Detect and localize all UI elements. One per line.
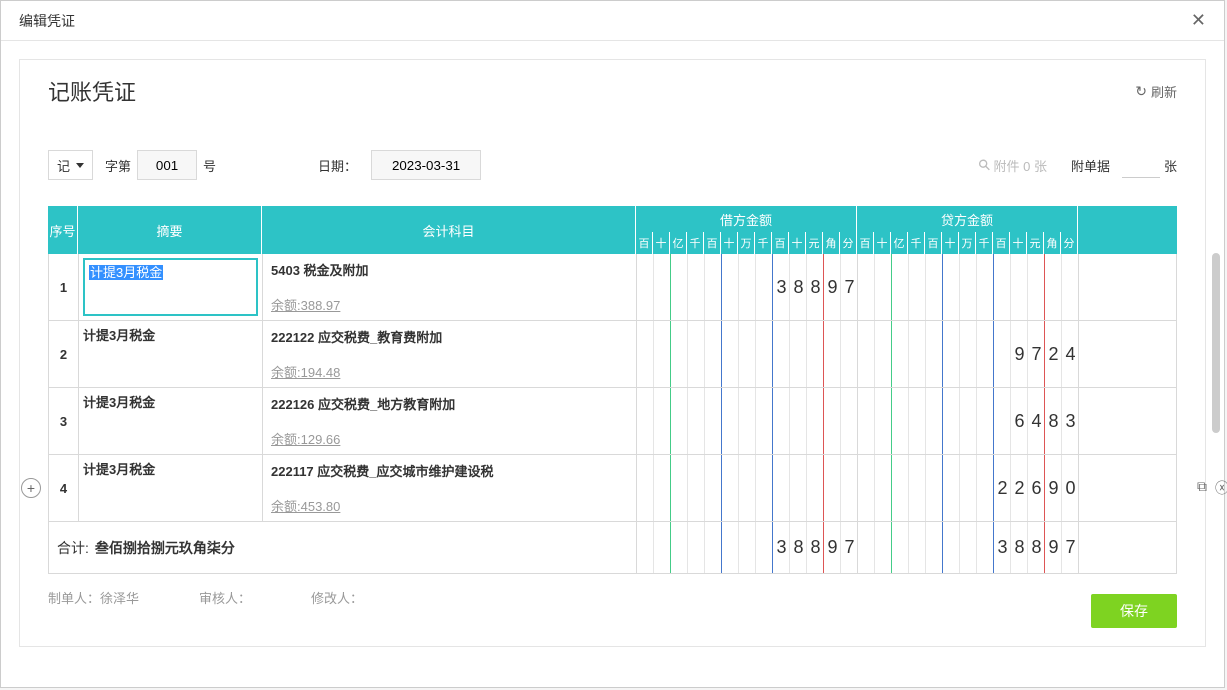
- summary-cell[interactable]: 计提3月税金: [79, 388, 263, 454]
- col-credit-header: 贷方金额: [857, 206, 1078, 232]
- voucher-table: 序号 摘要 会计科目 借方金额 百十亿千百十万千百十元角分 贷方金额 百十亿千百…: [48, 206, 1177, 574]
- debit-amount-cell[interactable]: [637, 388, 858, 454]
- table-row: 3计提3月税金222126 应交税费_地方教育附加余额:129.666483: [48, 388, 1177, 455]
- subject-cell[interactable]: 5403 税金及附加余额:388.97: [263, 254, 637, 320]
- total-debit-amount: 38897: [637, 522, 858, 573]
- scrollbar-thumb[interactable]: [1212, 253, 1220, 433]
- col-summary-header: 摘要: [78, 206, 262, 254]
- dialog-header: 编辑凭证 ✕: [1, 1, 1224, 41]
- subject-balance: 余额:453.80: [271, 496, 628, 515]
- total-row: 合计: 叁佰捌拾捌元玖角柒分 38897 38897: [48, 522, 1177, 574]
- subject-name: 222122 应交税费_教育费附加: [271, 327, 628, 346]
- modifier-label: 修改人：: [311, 591, 363, 606]
- table-row: 2计提3月税金222122 应交税费_教育费附加余额:194.489724: [48, 321, 1177, 388]
- debit-amount-cell[interactable]: 38897: [637, 254, 858, 320]
- hao-label: 号: [203, 156, 216, 175]
- debit-digit-headers: 百十亿千百十万千百十元角分: [636, 232, 857, 254]
- col-debit-header: 借方金额: [636, 206, 857, 232]
- total-label: 合计:: [57, 538, 89, 558]
- row-index: 1: [49, 254, 79, 320]
- table-row: 4计提3月税金222117 应交税费_应交城市维护建设税余额:453.80226…: [48, 455, 1177, 522]
- subject-name: 5403 税金及附加: [271, 260, 628, 279]
- credit-amount-cell[interactable]: 9724: [858, 321, 1079, 387]
- summary-cell[interactable]: 计提3月税金: [79, 254, 263, 320]
- subject-balance: 余额:388.97: [271, 295, 628, 314]
- scrollbar[interactable]: [1212, 253, 1220, 553]
- add-row-button[interactable]: +: [21, 478, 41, 498]
- table-row: 1计提3月税金5403 税金及附加余额:388.9738897: [48, 254, 1177, 321]
- summary-input[interactable]: 计提3月税金: [83, 258, 258, 316]
- subject-cell[interactable]: 222122 应交税费_教育费附加余额:194.48: [263, 321, 637, 387]
- date-input[interactable]: [371, 150, 481, 180]
- subject-name: 222126 应交税费_地方教育附加: [271, 394, 628, 413]
- zhang-label: 张: [1164, 156, 1177, 175]
- attachment-label: 附件 0 张: [994, 156, 1047, 175]
- row-index: 2: [49, 321, 79, 387]
- subject-cell[interactable]: 222117 应交税费_应交城市维护建设税余额:453.80: [263, 455, 637, 521]
- page-title: 记账凭证: [48, 75, 136, 107]
- subject-balance: 余额:129.66: [271, 429, 628, 448]
- refresh-label: 刷新: [1151, 82, 1177, 101]
- maker-value: 徐泽华: [100, 591, 139, 606]
- footer-meta: 制单人：徐泽华 审核人： 修改人：: [48, 588, 1177, 607]
- chevron-down-icon: [76, 163, 84, 168]
- date-label: 日期：: [318, 156, 357, 175]
- paperclip-icon: ⚲: [974, 155, 995, 176]
- total-words: 叁佰捌拾捌元玖角柒分: [95, 538, 235, 558]
- credit-amount-cell[interactable]: 6483: [858, 388, 1079, 454]
- subject-cell[interactable]: 222126 应交税费_地方教育附加余额:129.66: [263, 388, 637, 454]
- voucher-type-label: 记: [57, 156, 70, 175]
- summary-cell[interactable]: 计提3月税金: [79, 321, 263, 387]
- zidi-label: 字第: [105, 156, 131, 175]
- credit-amount-cell[interactable]: 22690: [858, 455, 1079, 521]
- row-index: 3: [49, 388, 79, 454]
- subject-name: 222117 应交税费_应交城市维护建设税: [271, 461, 628, 480]
- credit-digit-headers: 百十亿千百十万千百十元角分: [857, 232, 1078, 254]
- row-index: 4: [49, 455, 79, 521]
- credit-amount-cell[interactable]: [858, 254, 1079, 320]
- maker-label: 制单人：: [48, 591, 100, 606]
- total-credit-amount: 38897: [858, 522, 1079, 573]
- refresh-icon: ↻: [1135, 83, 1147, 100]
- save-button[interactable]: 保存: [1091, 594, 1177, 628]
- voucher-type-select[interactable]: 记: [48, 150, 93, 180]
- refresh-button[interactable]: ↻ 刷新: [1135, 82, 1177, 101]
- voucher-number-input[interactable]: [137, 150, 197, 180]
- insert-row-icon[interactable]: ⧉: [1196, 477, 1208, 499]
- summary-cell[interactable]: 计提3月税金: [79, 455, 263, 521]
- fudanju-input[interactable]: [1122, 152, 1160, 178]
- debit-amount-cell[interactable]: [637, 455, 858, 521]
- col-index-header: 序号: [48, 206, 78, 254]
- close-icon[interactable]: ✕: [1191, 10, 1206, 31]
- voucher-toolbar: 记 字第 号 日期： ⚲ 附件 0 张 附单据 张: [48, 150, 1177, 180]
- subject-balance: 余额:194.48: [271, 362, 628, 381]
- fudanju-label: 附单据: [1071, 156, 1110, 175]
- attachment-link[interactable]: ⚲ 附件 0 张: [979, 156, 1047, 175]
- col-subject-header: 会计科目: [262, 206, 636, 254]
- auditor-label: 审核人：: [199, 591, 251, 606]
- dialog-title: 编辑凭证: [19, 11, 75, 31]
- debit-amount-cell[interactable]: [637, 321, 858, 387]
